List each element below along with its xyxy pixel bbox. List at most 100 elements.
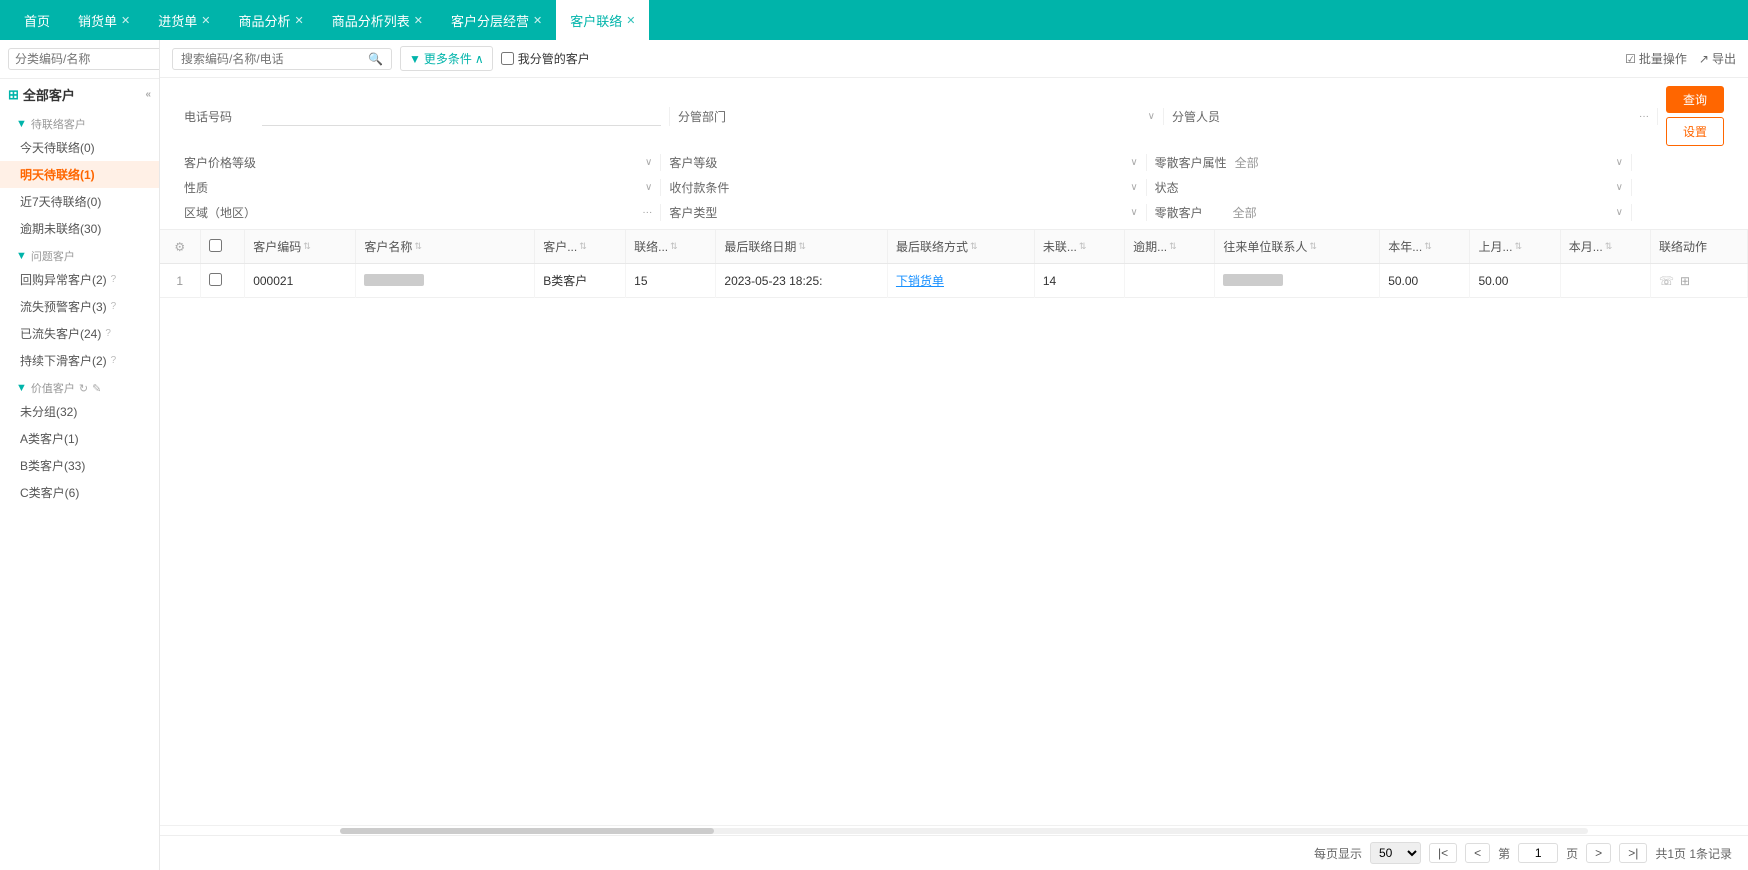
search-button[interactable]: 🔍	[368, 52, 383, 66]
search-input[interactable]	[181, 52, 368, 66]
col-header-not-contact[interactable]: 未联...⇅	[1034, 230, 1124, 264]
payment-select[interactable]: ∨	[747, 182, 1137, 193]
page-number-input[interactable]	[1518, 843, 1558, 863]
first-page-button[interactable]: |<	[1429, 843, 1457, 863]
collapse-icon[interactable]: «	[145, 89, 151, 100]
last-page-button[interactable]: >|	[1619, 843, 1647, 863]
col-header-name[interactable]: 客户名称⇅	[356, 230, 535, 264]
price-level-select[interactable]: ∨	[264, 157, 652, 168]
nav-product-analysis[interactable]: 商品分析 ✕	[224, 0, 317, 40]
sidebar-item-7days-pending[interactable]: 近7天待联络(0)	[0, 188, 159, 215]
customer-type-select[interactable]: ∨	[747, 207, 1137, 218]
close-icon[interactable]: ✕	[295, 14, 304, 27]
toolbar: 🔍 ▼ 更多条件 ∧ 我分管的客户 ☑ 批量操作 ↗ 导出	[160, 40, 1748, 78]
page-size-select[interactable]: 50 100 200	[1370, 842, 1421, 864]
col-header-type[interactable]: 客户...⇅	[535, 230, 626, 264]
next-page-button[interactable]: >	[1586, 843, 1611, 863]
sidebar-item-a-class[interactable]: A类客户(1)	[0, 425, 159, 452]
col-header-last-method[interactable]: 最后联络方式⇅	[887, 230, 1034, 264]
sidebar-item-today-pending[interactable]: 今天待联络(0)	[0, 134, 159, 161]
sort-icon: ⇅	[1079, 241, 1087, 252]
filter-customer-type: 客户类型 ∨	[661, 204, 1146, 221]
close-icon[interactable]: ✕	[533, 14, 542, 27]
dept-select[interactable]: ∨	[756, 111, 1155, 122]
last-method-link[interactable]: 下销货单	[896, 274, 944, 288]
help-icon[interactable]: ?	[111, 274, 117, 285]
help-icon[interactable]: ?	[111, 301, 117, 312]
row-type: B类客户	[535, 264, 626, 298]
col-header-last-date[interactable]: 最后联络日期⇅	[716, 230, 888, 264]
nature-select[interactable]: ∨	[262, 182, 652, 193]
gear-icon[interactable]: ⚙	[174, 240, 185, 254]
phone-action-icon[interactable]: ☏	[1659, 274, 1674, 288]
sidebar-item-ungrouped[interactable]: 未分组(32)	[0, 398, 159, 425]
col-header-contact-person[interactable]: 往来单位联系人⇅	[1215, 230, 1380, 264]
sidebar-item-all-customers[interactable]: ⊞ 全部客户 «	[0, 79, 159, 110]
phone-input[interactable]	[262, 107, 661, 126]
help-icon[interactable]: ?	[111, 355, 117, 366]
nav-purchase-order[interactable]: 进货单 ✕	[144, 0, 224, 40]
row-this-month	[1560, 264, 1650, 298]
sidebar-item-b-class[interactable]: B类客户(33)	[0, 452, 159, 479]
sidebar-search-input[interactable]	[8, 48, 160, 70]
row-contact-count: 15	[626, 264, 716, 298]
my-customers-checkbox[interactable]	[501, 52, 514, 65]
sidebar-item-overdue-contact[interactable]: 逾期未联络(30)	[0, 215, 159, 242]
row-last-method: 下销货单	[887, 264, 1034, 298]
sidebar-item-declining[interactable]: 持续下滑客户(2) ?	[0, 347, 159, 374]
status-select[interactable]: ∨	[1233, 182, 1623, 193]
sidebar-item-repurchase-abnormal[interactable]: 回购异常客户(2) ?	[0, 266, 159, 293]
batch-operation-button[interactable]: ☑ 批量操作	[1625, 50, 1687, 67]
sidebar-item-churn-warning[interactable]: 流失预警客户(3) ?	[0, 293, 159, 320]
col-header-contact-count[interactable]: 联络...⇅	[626, 230, 716, 264]
manager-select[interactable]: ···	[1250, 111, 1649, 122]
top-navigation: 首页 销货单 ✕ 进货单 ✕ 商品分析 ✕ 商品分析列表 ✕ 客户分层经营 ✕ …	[0, 0, 1748, 40]
query-button[interactable]: 查询	[1666, 86, 1724, 113]
col-header-overdue[interactable]: 逾期...⇅	[1125, 230, 1215, 264]
set-button[interactable]: 设置	[1666, 117, 1724, 146]
close-icon[interactable]: ✕	[414, 14, 423, 27]
sort-icon: ⇅	[1169, 241, 1177, 252]
scroll-thumb[interactable]	[340, 828, 714, 834]
help-icon[interactable]: ?	[105, 328, 111, 339]
row-name	[356, 264, 535, 298]
grid-action-icon[interactable]: ⊞	[1680, 274, 1690, 288]
nav-product-analysis-list[interactable]: 商品分析列表 ✕	[318, 0, 437, 40]
sidebar-item-c-class[interactable]: C类客户(6)	[0, 479, 159, 506]
close-icon[interactable]: ✕	[201, 14, 210, 27]
gear-column-header[interactable]: ⚙	[160, 230, 200, 264]
row-checkbox[interactable]	[209, 273, 222, 286]
select-all-checkbox[interactable]	[209, 239, 222, 252]
chevron-down-icon: ∨	[1130, 157, 1137, 168]
col-header-this-year[interactable]: 本年...⇅	[1380, 230, 1470, 264]
retail-attr-select[interactable]: 全部 ∨	[1235, 154, 1623, 171]
more-icon[interactable]: ···	[642, 207, 652, 218]
col-header-code[interactable]: 客户编码⇅	[245, 230, 356, 264]
nav-sales-order[interactable]: 销货单 ✕	[64, 0, 144, 40]
sidebar-item-churned[interactable]: 已流失客户(24) ?	[0, 320, 159, 347]
edit-icon[interactable]: ✎	[92, 382, 101, 395]
export-button[interactable]: ↗ 导出	[1699, 50, 1736, 67]
nav-home[interactable]: 首页	[10, 0, 64, 40]
retail-customer-select[interactable]: 全部 ∨	[1233, 204, 1623, 221]
nav-customer-contact[interactable]: 客户联络 ✕	[556, 0, 649, 40]
nav-customer-tier[interactable]: 客户分层经营 ✕	[437, 0, 556, 40]
col-header-this-month[interactable]: 本月...⇅	[1560, 230, 1650, 264]
refresh-icon[interactable]: ↻	[79, 382, 88, 395]
more-icon[interactable]: ···	[1639, 111, 1649, 122]
col-header-last-month[interactable]: 上月...⇅	[1470, 230, 1560, 264]
customer-level-select[interactable]: ∨	[747, 157, 1137, 168]
row-contact-person	[1215, 264, 1380, 298]
chevron-down-icon: ∨	[1130, 207, 1137, 218]
sidebar-item-tomorrow-pending[interactable]: 明天待联络(1)	[0, 161, 159, 188]
close-icon[interactable]: ✕	[121, 14, 130, 27]
sort-icon: ⇅	[579, 241, 587, 252]
row-checkbox-cell	[200, 264, 245, 298]
horizontal-scrollbar[interactable]	[160, 825, 1748, 835]
region-select[interactable]: ···	[264, 207, 652, 218]
sort-icon: ⇅	[1514, 241, 1522, 252]
close-icon[interactable]: ✕	[626, 14, 635, 27]
more-filter-button[interactable]: ▼ 更多条件 ∧	[400, 46, 493, 71]
row-overdue	[1125, 264, 1215, 298]
prev-page-button[interactable]: <	[1465, 843, 1490, 863]
